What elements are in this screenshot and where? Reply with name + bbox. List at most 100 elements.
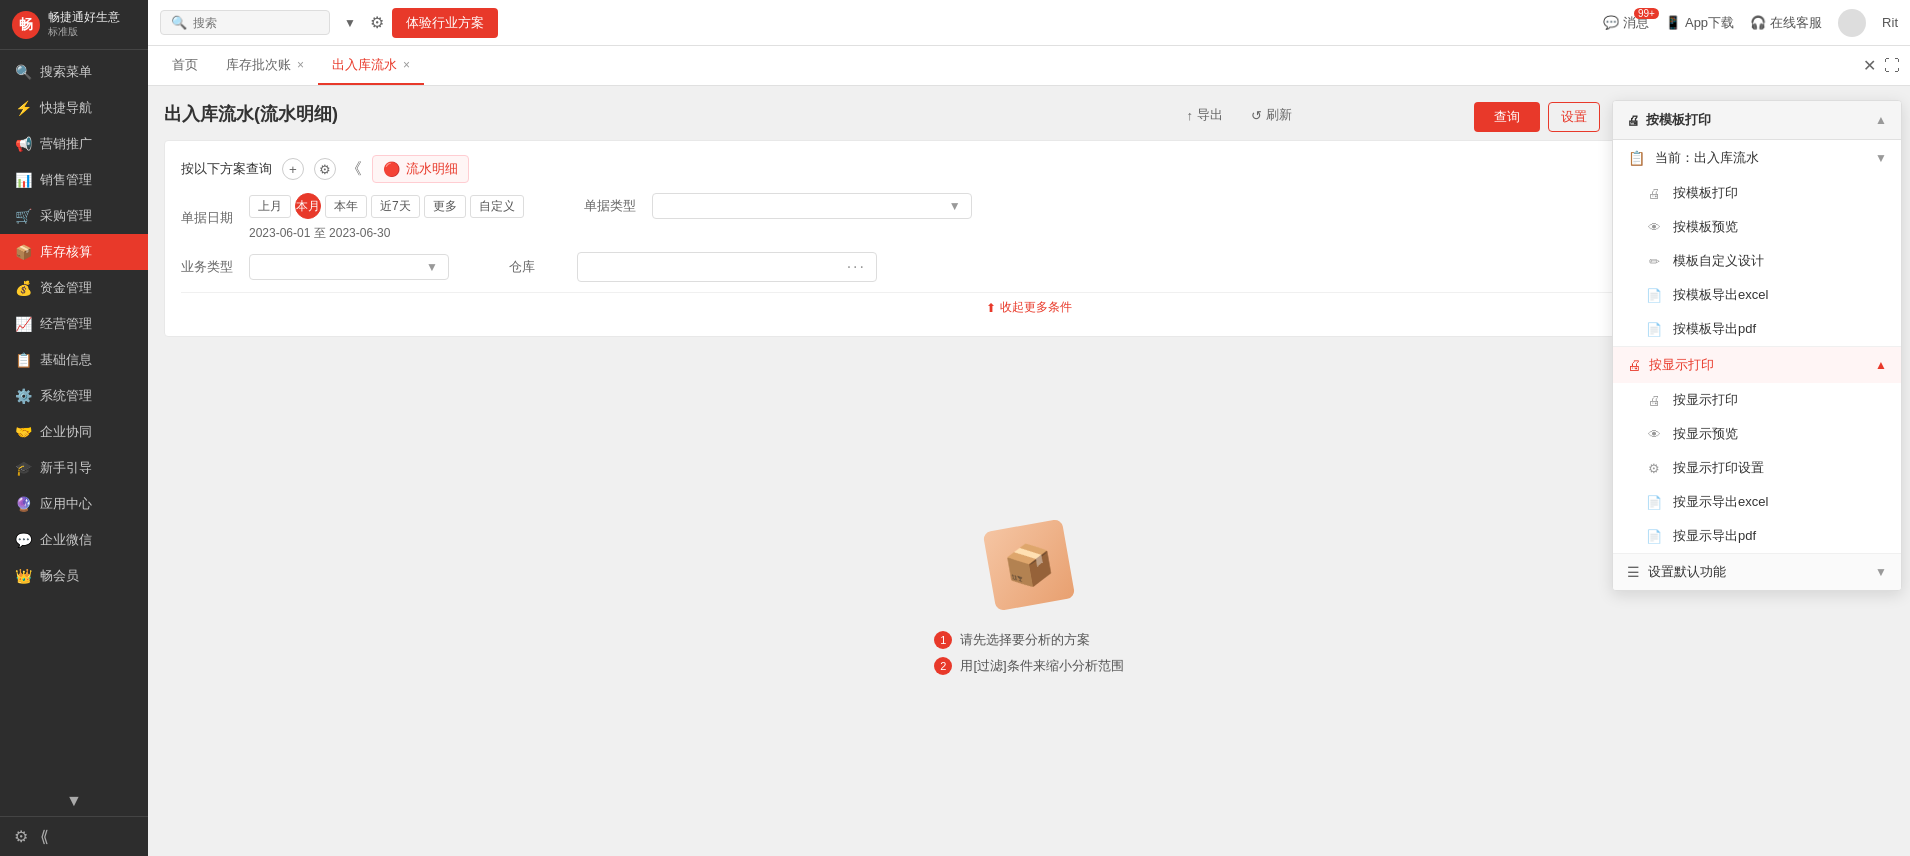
- voucher-type-select[interactable]: ▼: [652, 193, 972, 219]
- sidebar-item-operations[interactable]: 📈 经营管理: [0, 306, 148, 342]
- tab-close-inout-flow[interactable]: ×: [403, 58, 410, 72]
- dropdown-current-item[interactable]: 📋 当前：出入库流水 ▼: [1613, 140, 1901, 176]
- display-export-excel-icon: 📄: [1645, 495, 1663, 510]
- online-service-badge[interactable]: 🎧 在线客服: [1750, 14, 1822, 32]
- sidebar-item-system[interactable]: ⚙️ 系统管理: [0, 378, 148, 414]
- display-export-pdf-label: 按显示导出pdf: [1673, 527, 1756, 545]
- template-custom-label: 模板自定义设计: [1673, 252, 1764, 270]
- collapse-sidebar-icon[interactable]: ⟪: [40, 827, 49, 846]
- sidebar-item-marketing[interactable]: 📢 营销推广: [0, 126, 148, 162]
- member-nav-icon: 👑: [14, 568, 32, 584]
- template-print-item[interactable]: 🖨 按模板打印: [1613, 176, 1901, 210]
- headset-icon: 🎧: [1750, 15, 1766, 30]
- enterprise-nav-icon: 🤝: [14, 424, 32, 440]
- template-custom-item[interactable]: ✏ 模板自定义设计: [1613, 244, 1901, 278]
- tab-label-inventory-batch: 库存批次账: [226, 56, 291, 74]
- basic-nav-label: 基础信息: [40, 351, 92, 369]
- filter-tag-label: 流水明细: [406, 160, 458, 178]
- template-print-section: 🖨 按模板打印 👁 按模板预览 ✏ 模板自定义设计 📄 按模板导出excel 📄…: [1613, 176, 1901, 347]
- warehouse-select[interactable]: ···: [577, 252, 877, 282]
- business-type-select[interactable]: ▼: [249, 254, 449, 280]
- template-export-excel-label: 按模板导出excel: [1673, 286, 1768, 304]
- template-export-pdf-item[interactable]: 📄 按模板导出pdf: [1613, 312, 1901, 346]
- display-export-excel-item[interactable]: 📄 按显示导出excel: [1613, 485, 1901, 519]
- page-title: 出入库流水(流水明细): [164, 102, 338, 126]
- display-export-pdf-item[interactable]: 📄 按显示导出pdf: [1613, 519, 1901, 553]
- export-icon: ↑: [1187, 108, 1194, 123]
- settings-button[interactable]: 设置: [1548, 102, 1600, 132]
- sales-nav-icon: 📊: [14, 172, 32, 188]
- print-dropdown-panel: 🖨 按模板打印 ▲ 📋 当前：出入库流水 ▼ 🖨 按模板打印 👁 按模板预览 ✏…: [1612, 100, 1902, 591]
- date-tab-近7天[interactable]: 近7天: [371, 195, 420, 218]
- app-download-badge[interactable]: 📱 App下载: [1665, 14, 1734, 32]
- refresh-label: 刷新: [1266, 106, 1292, 124]
- tip-num-2: 2: [934, 657, 952, 675]
- dropdown-header: 🖨 按模板打印 ▲: [1613, 101, 1901, 140]
- sidebar-scroll-down[interactable]: ▼: [0, 786, 148, 816]
- refresh-btn[interactable]: ↺ 刷新: [1243, 102, 1300, 128]
- messages-badge[interactable]: 💬 消息 99+: [1603, 14, 1649, 32]
- export-btn[interactable]: ↑ 导出: [1179, 102, 1232, 128]
- date-tab-本年[interactable]: 本年: [325, 195, 367, 218]
- empty-box-icon: 📦: [983, 518, 1076, 611]
- sidebar-item-newbie[interactable]: 🎓 新手引导: [0, 450, 148, 486]
- template-export-excel-item[interactable]: 📄 按模板导出excel: [1613, 278, 1901, 312]
- purchase-nav-icon: 🛒: [14, 208, 32, 224]
- dropdown-header-arrow[interactable]: ▲: [1875, 113, 1887, 127]
- date-tab-本月[interactable]: 本月: [295, 193, 321, 219]
- template-preview-icon: 👁: [1645, 220, 1663, 235]
- sidebar-item-appstore[interactable]: 🔮 应用中心: [0, 486, 148, 522]
- sidebar-item-quick-nav[interactable]: ⚡ 快捷导航: [0, 90, 148, 126]
- display-preview-item[interactable]: 👁 按显示预览: [1613, 417, 1901, 451]
- finance-nav-label: 资金管理: [40, 279, 92, 297]
- enterprise-nav-label: 企业协同: [40, 423, 92, 441]
- header-dropdown-btn[interactable]: ▼: [338, 14, 362, 32]
- display-print-section-header[interactable]: 🖨 按显示打印 ▲: [1613, 347, 1901, 383]
- search-input[interactable]: [193, 16, 319, 30]
- tab-home[interactable]: 首页: [158, 46, 212, 85]
- sidebar-item-sales[interactable]: 📊 销售管理: [0, 162, 148, 198]
- sidebar: 畅 畅捷通好生意 标准版 🔍 搜索菜单 ⚡ 快捷导航 📢 营销推广 📊 销售管理…: [0, 0, 148, 856]
- close-tab-button[interactable]: ✕: [1863, 56, 1876, 75]
- sidebar-item-purchase[interactable]: 🛒 采购管理: [0, 198, 148, 234]
- tab-label-inout-flow: 出入库流水: [332, 56, 397, 74]
- sidebar-item-enterprise[interactable]: 🤝 企业协同: [0, 414, 148, 450]
- header-gear-icon[interactable]: ⚙: [370, 13, 384, 32]
- search-nav-icon: 🔍: [14, 64, 32, 80]
- display-export-excel-label: 按显示导出excel: [1673, 493, 1768, 511]
- trial-button[interactable]: 体验行业方案: [392, 8, 498, 38]
- dropdown-footer-item[interactable]: ☰ 设置默认功能 ▼: [1613, 554, 1901, 590]
- voucher-type-row: 单据类型 ▼: [584, 193, 972, 219]
- warehouse-dots[interactable]: ···: [847, 258, 866, 276]
- display-print-settings-icon: ⚙: [1645, 461, 1663, 476]
- display-print-settings-item[interactable]: ⚙ 按显示打印设置: [1613, 451, 1901, 485]
- template-preview-item[interactable]: 👁 按模板预览: [1613, 210, 1901, 244]
- sidebar-item-wechat[interactable]: 💬 企业微信: [0, 522, 148, 558]
- display-print-item[interactable]: 🖨 按显示打印: [1613, 383, 1901, 417]
- date-tab-更多[interactable]: 更多: [424, 195, 466, 218]
- query-button[interactable]: 查询: [1474, 102, 1540, 132]
- sidebar-item-finance[interactable]: 💰 资金管理: [0, 270, 148, 306]
- footer-label: 设置默认功能: [1648, 563, 1726, 581]
- date-tab-上月[interactable]: 上月: [249, 195, 291, 218]
- sidebar-item-search[interactable]: 🔍 搜索菜单: [0, 54, 148, 90]
- sidebar-item-basic[interactable]: 📋 基础信息: [0, 342, 148, 378]
- filter-add-button[interactable]: +: [282, 158, 304, 180]
- user-name[interactable]: Rit: [1882, 15, 1898, 30]
- sidebar-item-inventory[interactable]: 📦 库存核算: [0, 234, 148, 270]
- tip-text-1: 请先选择要分析的方案: [960, 631, 1090, 649]
- expand-tab-button[interactable]: ⛶: [1884, 57, 1900, 75]
- filter-setting-button[interactable]: ⚙: [314, 158, 336, 180]
- date-tab-自定义[interactable]: 自定义: [470, 195, 524, 218]
- settings-icon[interactable]: ⚙: [14, 827, 28, 846]
- sidebar-item-member[interactable]: 👑 畅会员: [0, 558, 148, 594]
- filter-collapse-toggle[interactable]: 《: [346, 159, 362, 180]
- mobile-icon: 📱: [1665, 15, 1681, 30]
- tab-label-home: 首页: [172, 56, 198, 74]
- tab-close-inventory-batch[interactable]: ×: [297, 58, 304, 72]
- template-export-pdf-label: 按模板导出pdf: [1673, 320, 1756, 338]
- tab-inout-flow[interactable]: 出入库流水 ×: [318, 46, 424, 85]
- tab-inventory-batch[interactable]: 库存批次账 ×: [212, 46, 318, 85]
- tip-text-2: 用[过滤]条件来缩小分析范围: [960, 657, 1123, 675]
- current-item-label: 当前：出入库流水: [1655, 149, 1865, 167]
